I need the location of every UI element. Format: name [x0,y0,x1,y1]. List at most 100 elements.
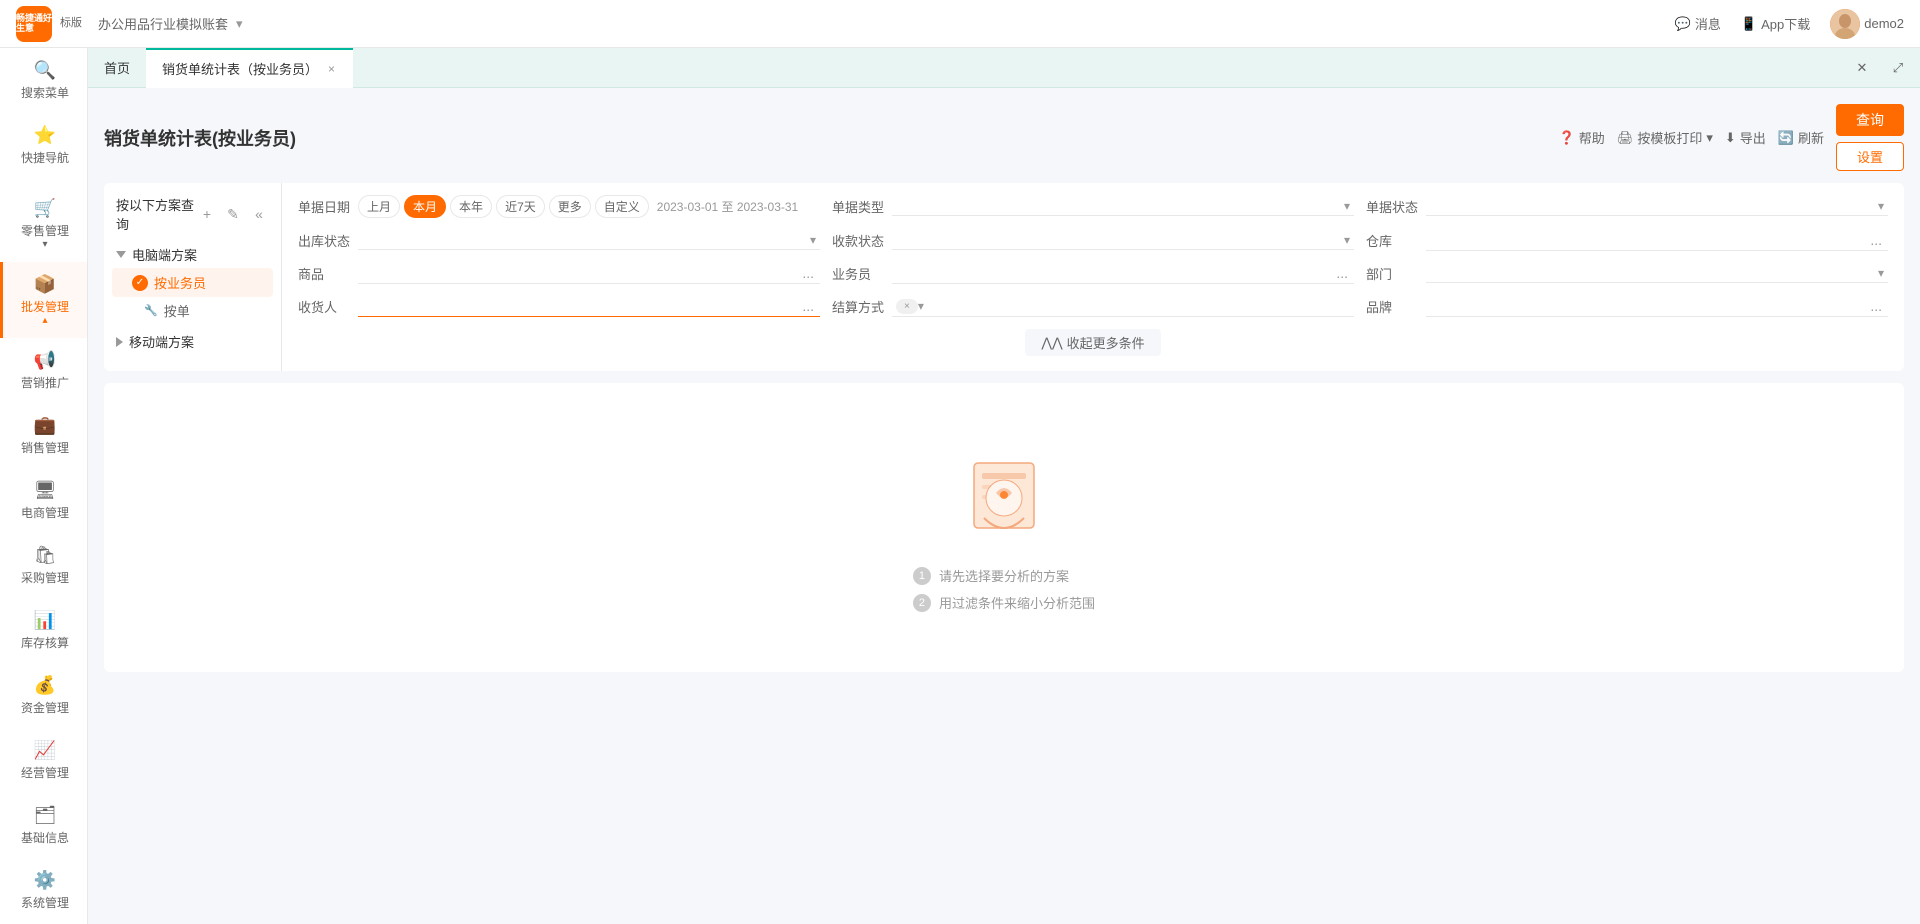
tab-close-window-button[interactable]: ✕ [1848,54,1876,82]
date-range-text: 2023-03-01 至 2023-03-31 [657,198,798,215]
tip-num-2: 2 [913,594,931,612]
sidebar-item-finance[interactable]: 💰 资金管理 [0,663,87,728]
consignee-input[interactable] [362,299,800,314]
sidebar-item-search[interactable]: 🔍 搜索菜单 [0,48,87,113]
date-year-button[interactable]: 本年 [450,195,492,218]
breadcrumb: 办公用品行业模拟账套 ▾ [98,14,1675,33]
sidebar-item-purchase[interactable]: 🛍 采购管理 [0,533,87,598]
tab-active[interactable]: 销货单统计表（按业务员） × [146,48,353,88]
warehouse-more-button[interactable]: ... [1868,232,1884,248]
dept-dropdown[interactable]: ▾ [1426,264,1888,283]
edit-scheme-button[interactable]: ✎ [223,204,243,224]
collapse-sidebar-button[interactable]: « [249,204,269,224]
mobile-scheme-group-header[interactable]: 移动端方案 [112,328,273,355]
staff-label: 业务员 [832,264,884,283]
date-custom-button[interactable]: 自定义 [595,195,649,218]
brand-label: 品牌 [1366,297,1418,316]
type-dropdown[interactable]: ▾ [892,197,1354,216]
date-more-button[interactable]: 更多 [549,195,591,218]
status-dropdown[interactable]: ▾ [1426,197,1888,216]
scheme-item-by-staff[interactable]: ✓ 按业务员 [112,268,273,297]
sidebar-item-label: 基础信息 [21,829,69,846]
consignee-more-button[interactable]: ... [800,298,816,314]
settlement-label: 结算方式 [832,297,884,316]
filter-sidebar: 按以下方案查询 + ✎ « 电脑端方案 [104,183,282,371]
sidebar-item-label: 采购管理 [21,569,69,586]
sidebar-item-system[interactable]: ⚙️ 系统管理 [0,858,87,923]
tab-close-button[interactable]: × [326,60,337,78]
wholesale-icon: 📦 [34,274,56,295]
export-button[interactable]: ⬇ 导出 [1725,128,1766,147]
pc-scheme-group-header[interactable]: 电脑端方案 [112,241,273,268]
sub-scheme-item-by-order[interactable]: 🔧 按单 [112,297,273,324]
dept-label: 部门 [1366,264,1418,283]
settlement-dropdown[interactable]: × ▾ [892,297,1354,317]
retail-icon: 🛒 [34,198,56,219]
filter-warehouse-field: 仓库 ... [1366,230,1888,251]
filter-brand-field: 品牌 ... [1366,296,1888,317]
sidebar-item-retail[interactable]: 🛒 零售管理 ▾ [0,186,87,262]
pc-scheme-label: 电脑端方案 [132,245,197,264]
search-icon: 🔍 [34,60,56,81]
payment-dropdown[interactable]: ▾ [892,231,1354,250]
print-chevron-icon: ▾ [1706,130,1713,146]
tab-home[interactable]: 首页 [88,48,146,88]
collapse-button[interactable]: ⋀⋀ 收起更多条件 [1025,329,1160,356]
sales-icon: 💼 [34,415,56,436]
close-window-icon: ✕ [1857,60,1868,76]
sidebar-item-sales[interactable]: 💼 销售管理 [0,403,87,468]
sidebar-item-marketing[interactable]: 📢 营销推广 [0,338,87,403]
help-button[interactable]: ❓ 帮助 [1559,128,1605,147]
goods-input[interactable] [362,266,800,281]
home-tab-label: 首页 [104,58,130,77]
goods-label: 商品 [298,264,350,283]
page-content: 销货单统计表(按业务员) ❓ 帮助 🖨 按模板打印 ▾ ⬇ 导出 [88,88,1920,924]
warehouse-input[interactable] [1430,233,1868,248]
message-button[interactable]: 💬 消息 [1675,14,1721,33]
finance-icon: 💰 [34,675,56,696]
brand-more-button[interactable]: ... [1868,298,1884,314]
logo-text: 标版 [60,16,82,30]
refresh-button[interactable]: 🔄 刷新 [1778,128,1824,147]
date-filter-wrap: 上月 本月 本年 近7天 更多 自定义 2023-03-01 至 2023-03… [358,195,820,218]
help-icon: ❓ [1559,130,1575,146]
brand-input[interactable] [1430,299,1868,314]
app-download-button[interactable]: 📱 App下载 [1741,14,1810,33]
filter-row-3: 商品 ... 业务员 ... [298,263,1888,284]
user-menu-button[interactable]: demo2 [1830,9,1904,39]
settlement-tag-remove[interactable]: × [904,301,910,312]
avatar [1830,9,1860,39]
warehouse-label: 仓库 [1366,231,1418,250]
print-button[interactable]: 🖨 按模板打印 ▾ [1617,128,1713,147]
sidebar-item-operations[interactable]: 📈 经营管理 [0,728,87,793]
add-scheme-button[interactable]: + [197,204,217,224]
date-7-button[interactable]: 近7天 [496,195,545,218]
date-prev-month-button[interactable]: 上月 [358,195,400,218]
goods-more-button[interactable]: ... [800,265,816,281]
sidebar-item-label: 资金管理 [21,699,69,716]
staff-input[interactable] [896,266,1334,281]
top-header: 畅捷通好生意 标版 办公用品行业模拟账套 ▾ 💬 消息 📱 App下载 demo… [0,0,1920,48]
sidebar-item-quicknav[interactable]: ⭐ 快捷导航 [0,113,87,178]
sidebar-item-label: 电商管理 [21,504,69,521]
settings-button[interactable]: 设置 [1836,142,1904,171]
query-button[interactable]: 查询 [1836,104,1904,136]
filter-row-4: 收货人 ... 结算方式 × [298,296,1888,317]
out-dropdown[interactable]: ▾ [358,231,820,250]
staff-more-button[interactable]: ... [1334,265,1350,281]
sidebar-item-inventory[interactable]: 📊 库存核算 [0,598,87,663]
filter-dept-field: 部门 ▾ [1366,264,1888,283]
sidebar-item-ecommerce[interactable]: 🖥 电商管理 [0,468,87,533]
sidebar-item-basic[interactable]: 🗂 基础信息 [0,793,87,858]
date-cur-month-button[interactable]: 本月 [404,195,446,218]
filter-panel: 按以下方案查询 + ✎ « 电脑端方案 [104,183,1904,371]
empty-tip-1: 1 请先选择要分析的方案 [913,566,1095,585]
filter-payment-field: 收款状态 ▾ [832,231,1354,250]
empty-tips: 1 请先选择要分析的方案 2 用过滤条件来缩小分析范围 [913,566,1095,612]
filter-out-field: 出库状态 ▾ [298,231,820,250]
tab-maximize-button[interactable]: ⤢ [1884,54,1912,82]
mobile-scheme-label: 移动端方案 [129,332,194,351]
empty-state: 1 请先选择要分析的方案 2 用过滤条件来缩小分析范围 [104,383,1904,672]
staff-input-wrap: ... [892,263,1354,284]
sidebar-item-wholesale[interactable]: 📦 批发管理 ▴ [0,262,87,338]
